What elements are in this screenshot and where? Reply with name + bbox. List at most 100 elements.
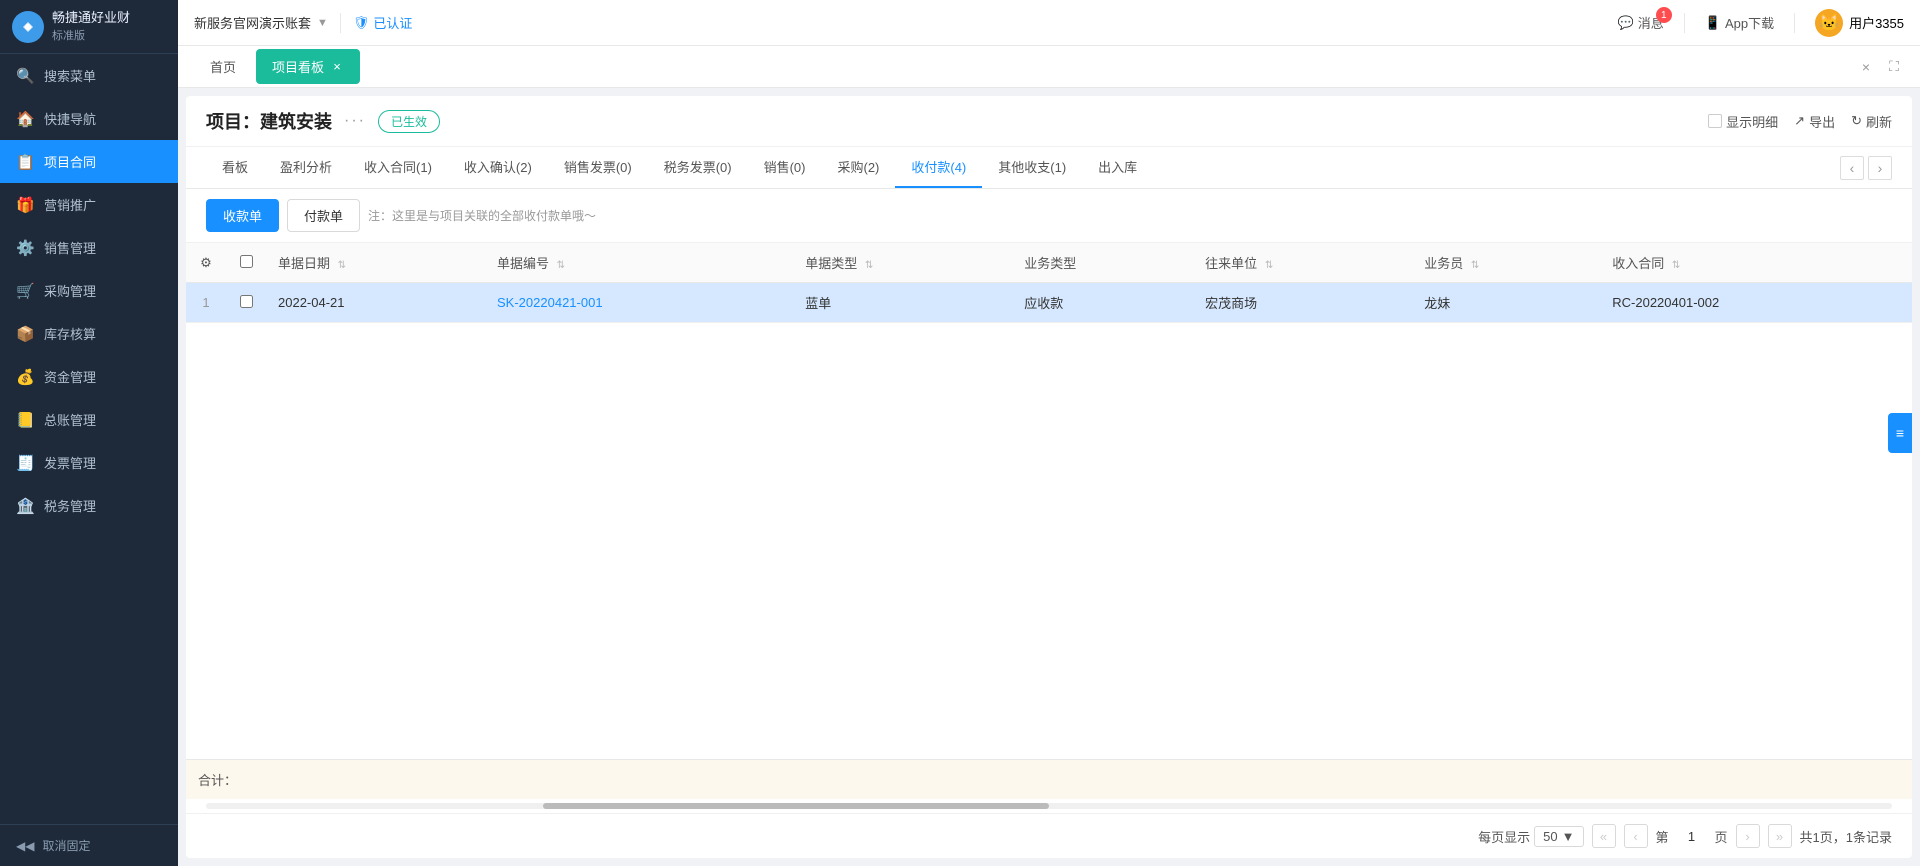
close-window-button[interactable]: × bbox=[1856, 57, 1876, 77]
row-income-contract: RC-20220401-002 bbox=[1600, 283, 1912, 323]
app-title-block: 畅捷通好业财 标准版 bbox=[52, 10, 130, 43]
subnav-item-receipts[interactable]: 收付款(4) bbox=[895, 147, 982, 188]
sidebar-item-sales-mgmt[interactable]: ⚙️ 销售管理 bbox=[0, 226, 178, 269]
subnav-item-board[interactable]: 看板 bbox=[206, 147, 264, 188]
row-partner: 宏茂商场 bbox=[1193, 283, 1412, 323]
right-float-button[interactable]: ≡ bbox=[1888, 413, 1912, 453]
page-size-value: 50 bbox=[1543, 829, 1557, 844]
subnav-item-purchase[interactable]: 采购(2) bbox=[821, 147, 895, 188]
project-name: 建筑安装 bbox=[260, 112, 332, 132]
pin-icon: ◀◀ bbox=[16, 839, 34, 853]
subnav-item-sales[interactable]: 销售(0) bbox=[748, 147, 822, 188]
per-page-label: 每页显示 bbox=[1478, 827, 1530, 846]
app-download-button[interactable]: 📱 App下载 bbox=[1705, 13, 1774, 32]
certified-label: 已认证 bbox=[373, 13, 412, 32]
select-all-checkbox[interactable] bbox=[240, 255, 253, 268]
export-button[interactable]: ↗ 导出 bbox=[1794, 112, 1835, 131]
tab-close-button[interactable]: × bbox=[330, 60, 344, 74]
page-number-input[interactable] bbox=[1677, 829, 1707, 844]
sidebar-item-project-contract[interactable]: 📋 项目合同 bbox=[0, 140, 178, 183]
subnav-item-sales-invoice[interactable]: 销售发票(0) bbox=[548, 147, 648, 188]
project-icon: 📋 bbox=[16, 153, 34, 171]
sort-icon[interactable]: ⇅ bbox=[865, 260, 873, 271]
sidebar-item-tax-mgmt[interactable]: 🏦 税务管理 bbox=[0, 484, 178, 527]
account-selector[interactable]: 新服务官网演示账套 ▼ bbox=[194, 13, 328, 32]
maximize-window-button[interactable]: ⛶ bbox=[1884, 57, 1904, 77]
sidebar-footer[interactable]: ◀◀ 取消固定 bbox=[0, 824, 178, 866]
sidebar-item-label: 税务管理 bbox=[44, 496, 96, 515]
topbar-divider-3 bbox=[1794, 13, 1795, 33]
th-number-label: 单据编号 bbox=[497, 256, 549, 271]
sidebar-item-marketing[interactable]: 🎁 营销推广 bbox=[0, 183, 178, 226]
user-menu[interactable]: 🐱 用户3355 bbox=[1815, 9, 1904, 37]
show-detail-checkbox[interactable] bbox=[1708, 114, 1722, 128]
sort-icon[interactable]: ⇅ bbox=[338, 260, 346, 271]
next-page-button[interactable]: › bbox=[1736, 824, 1760, 848]
row-date: 2022-04-21 bbox=[266, 283, 485, 323]
row-number[interactable]: SK-20220421-001 bbox=[485, 283, 793, 323]
project-more-button[interactable]: ··· bbox=[344, 112, 366, 130]
row-checkbox[interactable] bbox=[226, 283, 266, 323]
sidebar-item-fund-mgmt[interactable]: 💰 资金管理 bbox=[0, 355, 178, 398]
app-edition: 标准版 bbox=[52, 27, 130, 43]
tax-icon: 🏦 bbox=[16, 497, 34, 515]
payment-btn[interactable]: 付款单 bbox=[287, 199, 360, 232]
tab-home[interactable]: 首页 bbox=[194, 49, 252, 84]
show-detail-toggle[interactable]: 显示明细 bbox=[1708, 112, 1778, 131]
sidebar-item-label: 快捷导航 bbox=[44, 109, 96, 128]
sidebar-item-ledger-mgmt[interactable]: 📒 总账管理 bbox=[0, 398, 178, 441]
subnav-next-button[interactable]: › bbox=[1868, 156, 1892, 180]
fund-icon: 💰 bbox=[16, 368, 34, 386]
prev-page-button[interactable]: ‹ bbox=[1624, 824, 1648, 848]
sidebar-item-label: 项目合同 bbox=[44, 152, 96, 171]
sort-icon[interactable]: ⇅ bbox=[1672, 260, 1680, 271]
table-wrap[interactable]: ⚙ 单据日期 ⇅ 单据编号 ⇅ bbox=[186, 243, 1912, 759]
first-page-button[interactable]: « bbox=[1592, 824, 1616, 848]
page-size-selector: 每页显示 50 ▼ bbox=[1478, 826, 1583, 847]
page-suffix: 页 bbox=[1715, 827, 1728, 846]
tab-project-board[interactable]: 项目看板 × bbox=[256, 49, 360, 84]
scrollbar-thumb[interactable] bbox=[543, 803, 1049, 809]
row-salesperson: 龙妹 bbox=[1412, 283, 1600, 323]
toolbar: 收款单 付款单 注：这里是与项目关联的全部收付款单哦～ bbox=[186, 189, 1912, 243]
sort-icon[interactable]: ⇅ bbox=[1471, 260, 1479, 271]
horizontal-scrollbar[interactable] bbox=[206, 803, 1892, 809]
sidebar-header: 畅捷通好业财 标准版 bbox=[0, 0, 178, 54]
th-salesperson-label: 业务员 bbox=[1424, 256, 1463, 271]
export-icon: ↗ bbox=[1794, 113, 1805, 129]
table-row[interactable]: 1 2022-04-21 SK-20220421-001 蓝单 应收款 宏茂商场… bbox=[186, 283, 1912, 323]
message-button[interactable]: 💬 消息 1 bbox=[1618, 13, 1664, 32]
refresh-button[interactable]: ↻ 刷新 bbox=[1851, 112, 1892, 131]
page-size-dropdown[interactable]: 50 ▼ bbox=[1534, 826, 1583, 847]
certified-badge: 🛡 已认证 bbox=[353, 13, 413, 32]
sort-icon[interactable]: ⇅ bbox=[557, 260, 565, 271]
subnav-item-income-confirm[interactable]: 收入确认(2) bbox=[448, 147, 548, 188]
subnav-item-in-out[interactable]: 出入库 bbox=[1082, 147, 1153, 188]
app-download-label: App下载 bbox=[1725, 13, 1774, 32]
subnav-item-profit[interactable]: 盈利分析 bbox=[264, 147, 348, 188]
sort-icon[interactable]: ⇅ bbox=[1265, 260, 1273, 271]
sidebar-item-label: 发票管理 bbox=[44, 453, 96, 472]
receipt-btn[interactable]: 收款单 bbox=[206, 199, 279, 232]
subnav-prev-button[interactable]: ‹ bbox=[1840, 156, 1864, 180]
subnav-item-other-expense[interactable]: 其他收支(1) bbox=[982, 147, 1082, 188]
sidebar-item-quick-nav[interactable]: 🏠 快捷导航 bbox=[0, 97, 178, 140]
row-select-checkbox[interactable] bbox=[240, 295, 253, 308]
sidebar-item-invoice-mgmt[interactable]: 🧾 发票管理 bbox=[0, 441, 178, 484]
th-checkbox[interactable] bbox=[226, 243, 266, 283]
th-settings[interactable]: ⚙ bbox=[186, 243, 226, 283]
subnav-item-tax-invoice[interactable]: 税务发票(0) bbox=[648, 147, 748, 188]
sidebar-nav: 🔍 搜索菜单 🏠 快捷导航 📋 项目合同 🎁 营销推广 ⚙️ 销售管理 🛒 采购… bbox=[0, 54, 178, 824]
sidebar-item-inventory[interactable]: 📦 库存核算 bbox=[0, 312, 178, 355]
user-label: 用户3355 bbox=[1849, 13, 1904, 32]
project-title: 项目：建筑安装 bbox=[206, 108, 332, 134]
sidebar-item-search[interactable]: 🔍 搜索菜单 bbox=[0, 54, 178, 97]
row-number-link[interactable]: SK-20220421-001 bbox=[497, 295, 603, 310]
show-detail-label: 显示明细 bbox=[1726, 112, 1778, 131]
last-page-button[interactable]: » bbox=[1768, 824, 1792, 848]
message-icon: 💬 bbox=[1618, 15, 1634, 31]
tabbar: 首页 项目看板 × × ⛶ bbox=[178, 46, 1920, 88]
subnav-item-income-contract[interactable]: 收入合同(1) bbox=[348, 147, 448, 188]
purchase-icon: 🛒 bbox=[16, 282, 34, 300]
sidebar-item-purchase-mgmt[interactable]: 🛒 采购管理 bbox=[0, 269, 178, 312]
